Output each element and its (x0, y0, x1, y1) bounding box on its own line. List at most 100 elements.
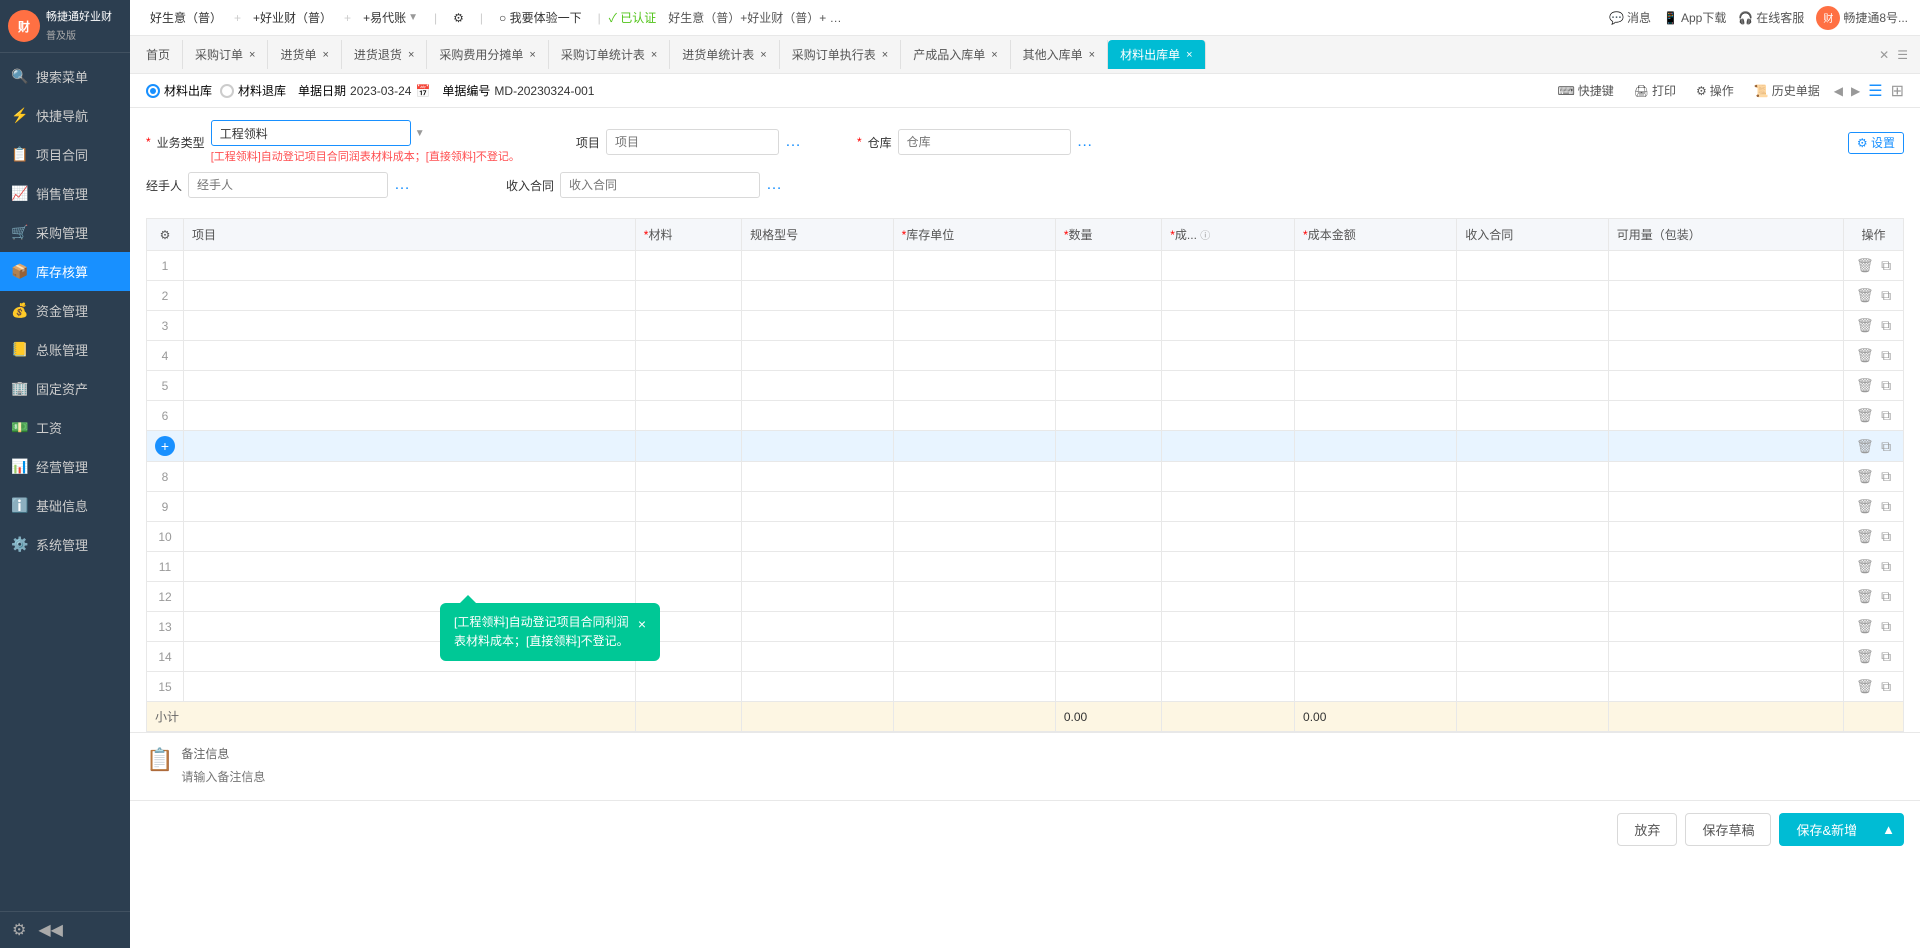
delete-icon[interactable]: 🗑 (1854, 438, 1876, 454)
shortcut-btn[interactable]: ⌨ 快捷键 (1551, 80, 1619, 101)
sidebar-item-search[interactable]: 🔍 搜索菜单 (0, 57, 130, 96)
cell-project[interactable] (184, 492, 636, 522)
cell-qty[interactable] (1055, 371, 1161, 401)
calendar-icon[interactable]: 📅 (415, 84, 430, 98)
cell-qty[interactable] (1055, 612, 1161, 642)
tab-close-icon[interactable]: × (651, 49, 657, 61)
add-row-input-3[interactable] (742, 431, 893, 462)
user-info[interactable]: 财 畅捷通8号... (1816, 6, 1908, 30)
cell-unit[interactable] (893, 311, 1055, 341)
cell-unit[interactable] (893, 582, 1055, 612)
cell-income-contract[interactable] (1457, 642, 1608, 672)
top-nav-experience[interactable]: ○ 我要体验一下 (491, 5, 590, 30)
cell-cost[interactable] (1162, 672, 1295, 702)
delete-icon[interactable]: 🗑 (1854, 588, 1876, 604)
cell-available-qty[interactable] (1608, 552, 1843, 582)
cell-cost[interactable] (1162, 462, 1295, 492)
cell-project[interactable] (184, 672, 636, 702)
cell-unit[interactable] (893, 462, 1055, 492)
cell-cost[interactable] (1162, 401, 1295, 431)
cell-qty[interactable] (1055, 672, 1161, 702)
cell-material[interactable] (635, 672, 741, 702)
income-contract-dots-icon[interactable]: … (766, 176, 782, 194)
add-input[interactable] (192, 439, 627, 454)
cell-income-contract[interactable] (1457, 462, 1608, 492)
tab-close-icon[interactable]: × (249, 49, 255, 61)
handler-dots-icon[interactable]: … (394, 176, 410, 194)
save-new-dropdown-btn[interactable]: ▲ (1873, 813, 1904, 846)
cell-cost[interactable] (1162, 281, 1295, 311)
cell-qty[interactable] (1055, 552, 1161, 582)
sidebar-item-system[interactable]: ⚙️ 系统管理 (0, 525, 130, 564)
add-row-input-8[interactable] (1457, 431, 1608, 462)
cell-cost[interactable] (1162, 642, 1295, 672)
cell-income-contract[interactable] (1457, 582, 1608, 612)
cell-unit[interactable] (893, 552, 1055, 582)
copy-icon[interactable]: ⧉ (1879, 678, 1893, 694)
cell-spec[interactable] (742, 341, 893, 371)
delete-icon[interactable]: 🗑 (1854, 648, 1876, 664)
col-gear[interactable]: ⚙ (147, 219, 184, 251)
cell-cost-amount[interactable] (1295, 311, 1457, 341)
cell-available-qty[interactable] (1608, 401, 1843, 431)
tab-menu-icon[interactable]: ☰ (1897, 48, 1908, 62)
tab-close-icon[interactable]: × (529, 49, 535, 61)
doc-number-value[interactable]: MD-20230324-001 (494, 84, 594, 98)
copy-icon[interactable]: ⧉ (1879, 528, 1893, 544)
warehouse-dots-icon[interactable]: … (1077, 133, 1093, 151)
top-nav-yidaizhang[interactable]: +易代账 ▼ (355, 5, 426, 30)
dropdown-arrow-icon[interactable]: ▼ (415, 128, 425, 139)
copy-icon[interactable]: ⧉ (1879, 468, 1893, 484)
cell-spec[interactable] (742, 401, 893, 431)
nav-prev-icon[interactable]: ◀ (1834, 84, 1843, 98)
tab-close-icon[interactable]: × (991, 49, 997, 61)
copy-icon[interactable]: ⧉ (1879, 377, 1893, 393)
cell-project[interactable] (184, 311, 636, 341)
project-dots-icon[interactable]: … (785, 133, 801, 151)
cell-available-qty[interactable] (1608, 371, 1843, 401)
cell-unit[interactable] (893, 251, 1055, 281)
tab-close-icon[interactable]: × (1089, 49, 1095, 61)
date-value[interactable]: 2023-03-24 (350, 84, 411, 98)
cell-available-qty[interactable] (1608, 281, 1843, 311)
settings-icon[interactable]: ⚙ (12, 920, 26, 940)
cell-spec[interactable] (742, 612, 893, 642)
cell-spec[interactable] (742, 642, 893, 672)
tab-other-inbound[interactable]: 其他入库单 × (1011, 40, 1108, 69)
cell-project[interactable] (184, 522, 636, 552)
cell-cost-amount[interactable] (1295, 281, 1457, 311)
cell-income-contract[interactable] (1457, 672, 1608, 702)
cell-available-qty[interactable] (1608, 492, 1843, 522)
cell-project[interactable] (184, 552, 636, 582)
cell-unit[interactable] (893, 341, 1055, 371)
copy-icon[interactable]: ⧉ (1879, 618, 1893, 634)
cell-qty[interactable] (1055, 522, 1161, 552)
copy-icon[interactable]: ⧉ (1879, 317, 1893, 333)
discard-button[interactable]: 放弃 (1617, 813, 1677, 846)
cell-unit[interactable] (893, 281, 1055, 311)
sidebar-item-shortcut[interactable]: ⚡ 快捷导航 (0, 96, 130, 135)
cell-material[interactable] (635, 371, 741, 401)
message-btn[interactable]: 💬 消息 (1609, 9, 1651, 26)
settings-btn[interactable]: ⚙ 设置 (1848, 132, 1904, 154)
cell-cost[interactable] (1162, 341, 1295, 371)
delete-icon[interactable]: 🗑 (1854, 678, 1876, 694)
notes-input[interactable] (181, 766, 1904, 788)
sidebar-item-ledger[interactable]: 📒 总账管理 (0, 330, 130, 369)
cell-income-contract[interactable] (1457, 401, 1608, 431)
delete-icon[interactable]: 🗑 (1854, 347, 1876, 363)
sidebar-item-project[interactable]: 📋 项目合同 (0, 135, 130, 174)
tab-material-outbound[interactable]: 材料出库单 × (1108, 40, 1205, 69)
copy-icon[interactable]: ⧉ (1879, 287, 1893, 303)
cell-available-qty[interactable] (1608, 522, 1843, 552)
cell-qty[interactable] (1055, 341, 1161, 371)
copy-icon[interactable]: ⧉ (1879, 438, 1893, 454)
tab-purchase-exec[interactable]: 采购订单执行表 × (780, 40, 901, 69)
copy-icon[interactable]: ⧉ (1879, 257, 1893, 273)
history-btn[interactable]: 📜 历史单据 (1748, 80, 1826, 101)
cell-cost-amount[interactable] (1295, 492, 1457, 522)
sidebar-item-sales[interactable]: 📈 销售管理 (0, 174, 130, 213)
cell-spec[interactable] (742, 281, 893, 311)
cell-project[interactable] (184, 462, 636, 492)
sidebar-item-inventory[interactable]: 📦 库存核算 (0, 252, 130, 291)
